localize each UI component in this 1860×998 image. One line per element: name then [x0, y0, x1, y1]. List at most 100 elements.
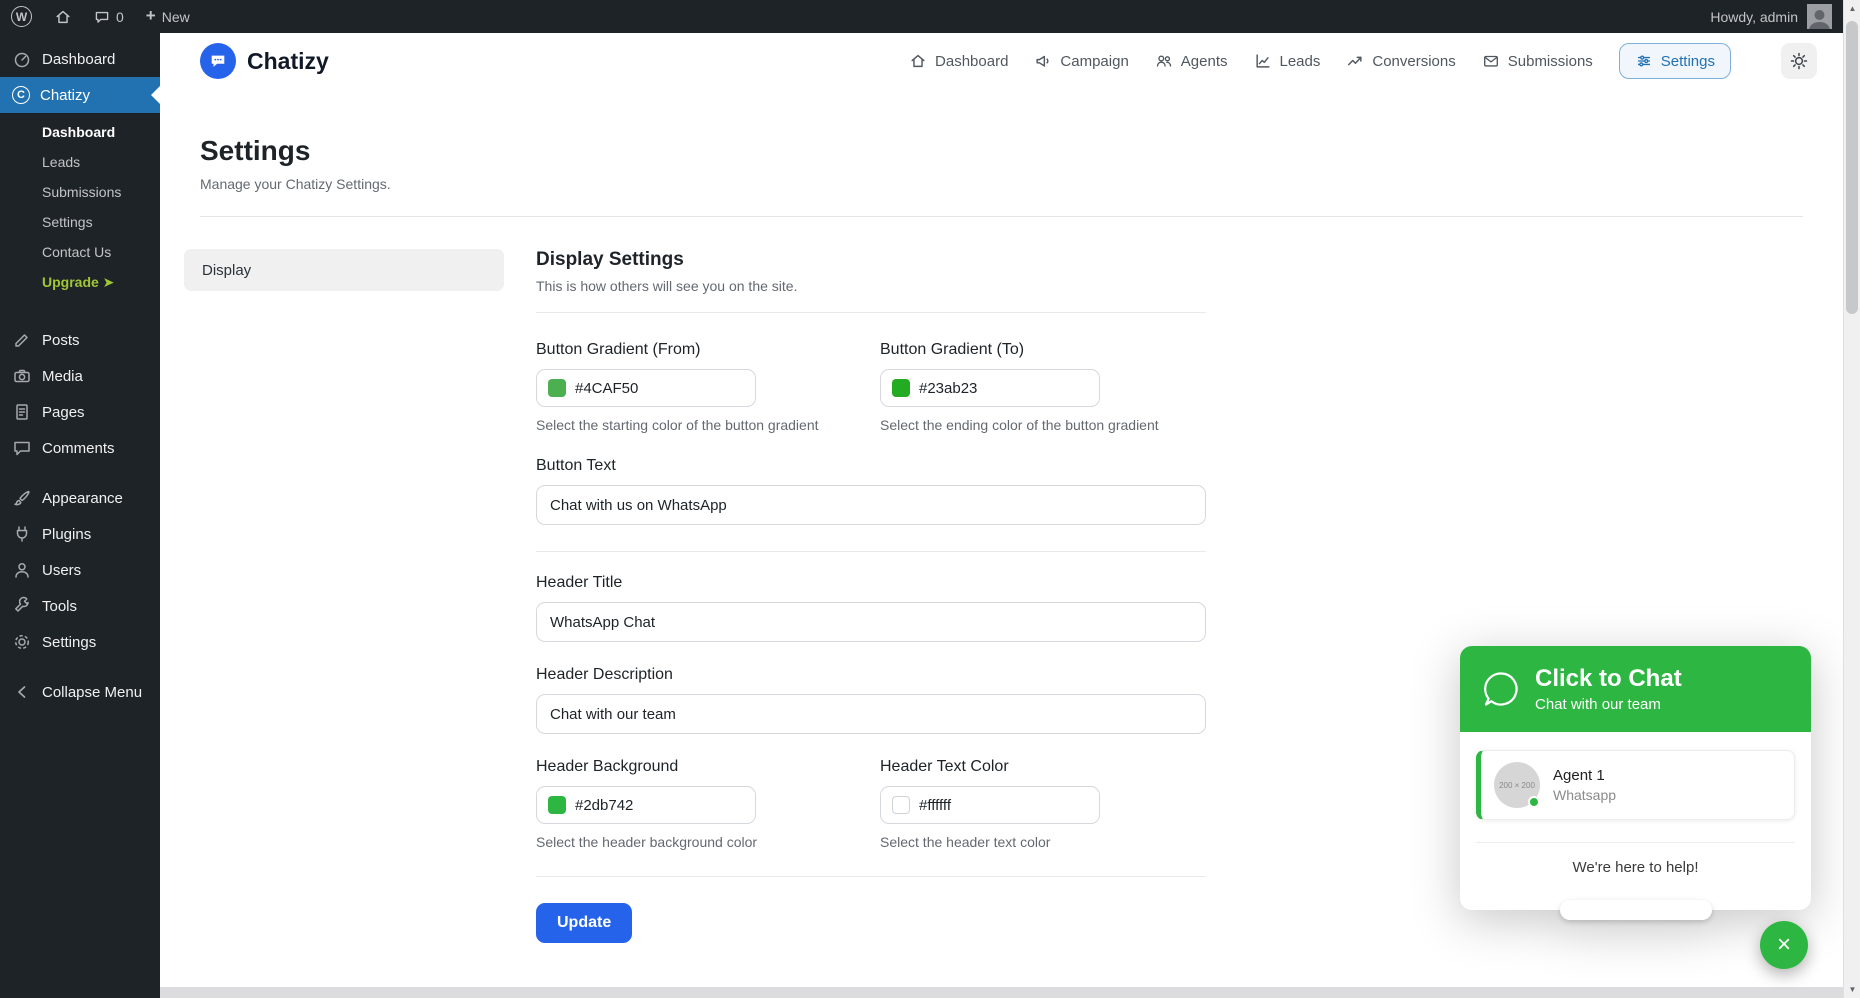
header-text-color-swatch[interactable]: [892, 796, 910, 814]
sidebar-item-label: Appearance: [42, 489, 123, 507]
nav-label: Conversions: [1372, 52, 1456, 70]
sidebar-item-chatizy[interactable]: C Chatizy: [0, 77, 160, 113]
top-nav: Dashboard Campaign Agents Leads Conversi…: [909, 43, 1817, 79]
sidebar-item-label: Posts: [42, 331, 80, 349]
brand-name: Chatizy: [247, 47, 329, 74]
sidebar-item-settings[interactable]: Settings: [0, 624, 160, 660]
chat-widget-close-button[interactable]: ×: [1760, 921, 1808, 969]
gradient-to-color-input[interactable]: [880, 369, 1100, 407]
header-text-color-input[interactable]: [880, 786, 1100, 824]
tab-display[interactable]: Display: [184, 249, 504, 291]
sidebar-item-label: Plugins: [42, 525, 92, 543]
divider: [536, 551, 1206, 552]
chatizy-brand-icon: [200, 43, 236, 79]
field-header-background: Header Background Select the header back…: [536, 758, 880, 850]
admin-bar-account[interactable]: Howdy, admin: [1710, 0, 1860, 33]
gradient-to-swatch[interactable]: [892, 379, 910, 397]
brand[interactable]: Chatizy: [200, 43, 329, 79]
sidebar-item-posts[interactable]: Posts: [0, 322, 160, 358]
scroll-up-arrow[interactable]: ▲: [1844, 0, 1860, 17]
scrollbar-thumb[interactable]: [1846, 21, 1858, 314]
posts-icon: [12, 330, 32, 350]
gradient-to-hex-field[interactable]: [919, 379, 1039, 397]
sidebar-item-pages[interactable]: Pages: [0, 394, 160, 430]
header-text-color-hex-field[interactable]: [919, 796, 1039, 814]
sidebar-item-plugins[interactable]: Plugins: [0, 516, 160, 552]
sidebar-item-label: Comments: [42, 439, 115, 457]
button-text-field[interactable]: [536, 485, 1206, 525]
wp-admin-bar: W 0 + New Howdy, admin: [0, 0, 1860, 33]
field-help: Select the header background color: [536, 834, 758, 850]
field-header-title: Header Title: [536, 574, 1206, 642]
menu-separator: [0, 308, 160, 322]
new-label: New: [161, 8, 190, 25]
submenu-item-leads[interactable]: Leads: [0, 147, 160, 177]
window-scrollbar[interactable]: ▲ ▼: [1843, 0, 1860, 998]
field-help: Select the starting color of the button …: [536, 417, 819, 433]
sidebar-item-appearance[interactable]: Appearance: [0, 480, 160, 516]
visit-site-link[interactable]: [43, 0, 83, 33]
header-background-swatch[interactable]: [548, 796, 566, 814]
sidebar-item-collapse-menu[interactable]: Collapse Menu: [0, 674, 160, 710]
new-content-button[interactable]: + New: [135, 0, 201, 33]
nav-item-settings[interactable]: Settings: [1618, 43, 1731, 79]
sidebar-item-tools[interactable]: Tools: [0, 588, 160, 624]
menu-separator: [0, 466, 160, 480]
nav-label: Agents: [1180, 52, 1228, 70]
appearance-icon: [12, 488, 32, 508]
sidebar-item-dashboard[interactable]: Dashboard: [0, 41, 160, 77]
nav-item-campaign[interactable]: Campaign: [1034, 52, 1129, 70]
gradient-from-color-input[interactable]: [536, 369, 756, 407]
settings-gear-icon: [12, 632, 32, 652]
submenu-item-contact-us[interactable]: Contact Us: [0, 237, 160, 267]
comment-bubble-icon: [94, 9, 110, 25]
nav-item-submissions[interactable]: Submissions: [1482, 52, 1593, 70]
divider: [536, 876, 1206, 877]
nav-item-agents[interactable]: Agents: [1155, 52, 1228, 70]
field-label: Button Gradient (To): [880, 341, 1025, 358]
gradient-from-hex-field[interactable]: [575, 379, 695, 397]
nav-label: Settings: [1660, 52, 1715, 70]
theme-toggle-button[interactable]: [1781, 43, 1817, 79]
header-background-color-input[interactable]: [536, 786, 756, 824]
chatizy-submenu: Dashboard Leads Submissions Settings Con…: [0, 113, 160, 308]
avatar-placeholder-text: 200 × 200: [1499, 780, 1535, 790]
field-help: Select the ending color of the button gr…: [880, 417, 1159, 433]
header-title-field[interactable]: [536, 602, 1206, 642]
submenu-item-dashboard[interactable]: Dashboard: [0, 117, 160, 147]
field-header-text-color: Header Text Color Select the header text…: [880, 758, 1206, 850]
sidebar-item-label: Pages: [42, 403, 85, 421]
field-label: Button Gradient (From): [536, 341, 701, 358]
agent-avatar: 200 × 200: [1494, 762, 1540, 808]
gradient-from-swatch[interactable]: [548, 379, 566, 397]
users-icon: [12, 560, 32, 580]
avatar: [1807, 4, 1832, 29]
sidebar-item-users[interactable]: Users: [0, 552, 160, 588]
chat-widget-footer-text: We're here to help!: [1572, 859, 1699, 876]
submenu-item-upgrade[interactable]: Upgrade ➤: [0, 267, 160, 298]
sidebar-item-label: Settings: [42, 633, 97, 651]
header-description-field[interactable]: [536, 694, 1206, 734]
scroll-down-arrow[interactable]: ▼: [1844, 981, 1860, 998]
section-heading: Display Settings: [536, 249, 684, 270]
settings-tab-list: Display: [184, 249, 504, 983]
online-status-dot: [1528, 796, 1540, 808]
field-label: Header Background: [536, 758, 679, 775]
submenu-item-settings[interactable]: Settings: [0, 207, 160, 237]
nav-item-leads[interactable]: Leads: [1254, 52, 1320, 70]
nav-item-dashboard[interactable]: Dashboard: [909, 52, 1008, 70]
submenu-item-submissions[interactable]: Submissions: [0, 177, 160, 207]
home-icon: [909, 52, 927, 70]
comment-count: 0: [116, 8, 124, 25]
header-background-hex-field[interactable]: [575, 796, 695, 814]
sidebar-item-media[interactable]: Media: [0, 358, 160, 394]
trending-up-icon: [1346, 52, 1364, 70]
wordpress-menu-button[interactable]: W: [0, 0, 43, 33]
comments-shortcut[interactable]: 0: [83, 0, 135, 33]
sidebar-item-label: Dashboard: [42, 50, 116, 68]
field-label: Header Title: [536, 574, 623, 591]
sidebar-item-comments[interactable]: Comments: [0, 430, 160, 466]
nav-item-conversions[interactable]: Conversions: [1346, 52, 1456, 70]
update-button[interactable]: Update: [536, 903, 633, 943]
agent-card[interactable]: 200 × 200 Agent 1 Whatsapp: [1476, 750, 1795, 820]
